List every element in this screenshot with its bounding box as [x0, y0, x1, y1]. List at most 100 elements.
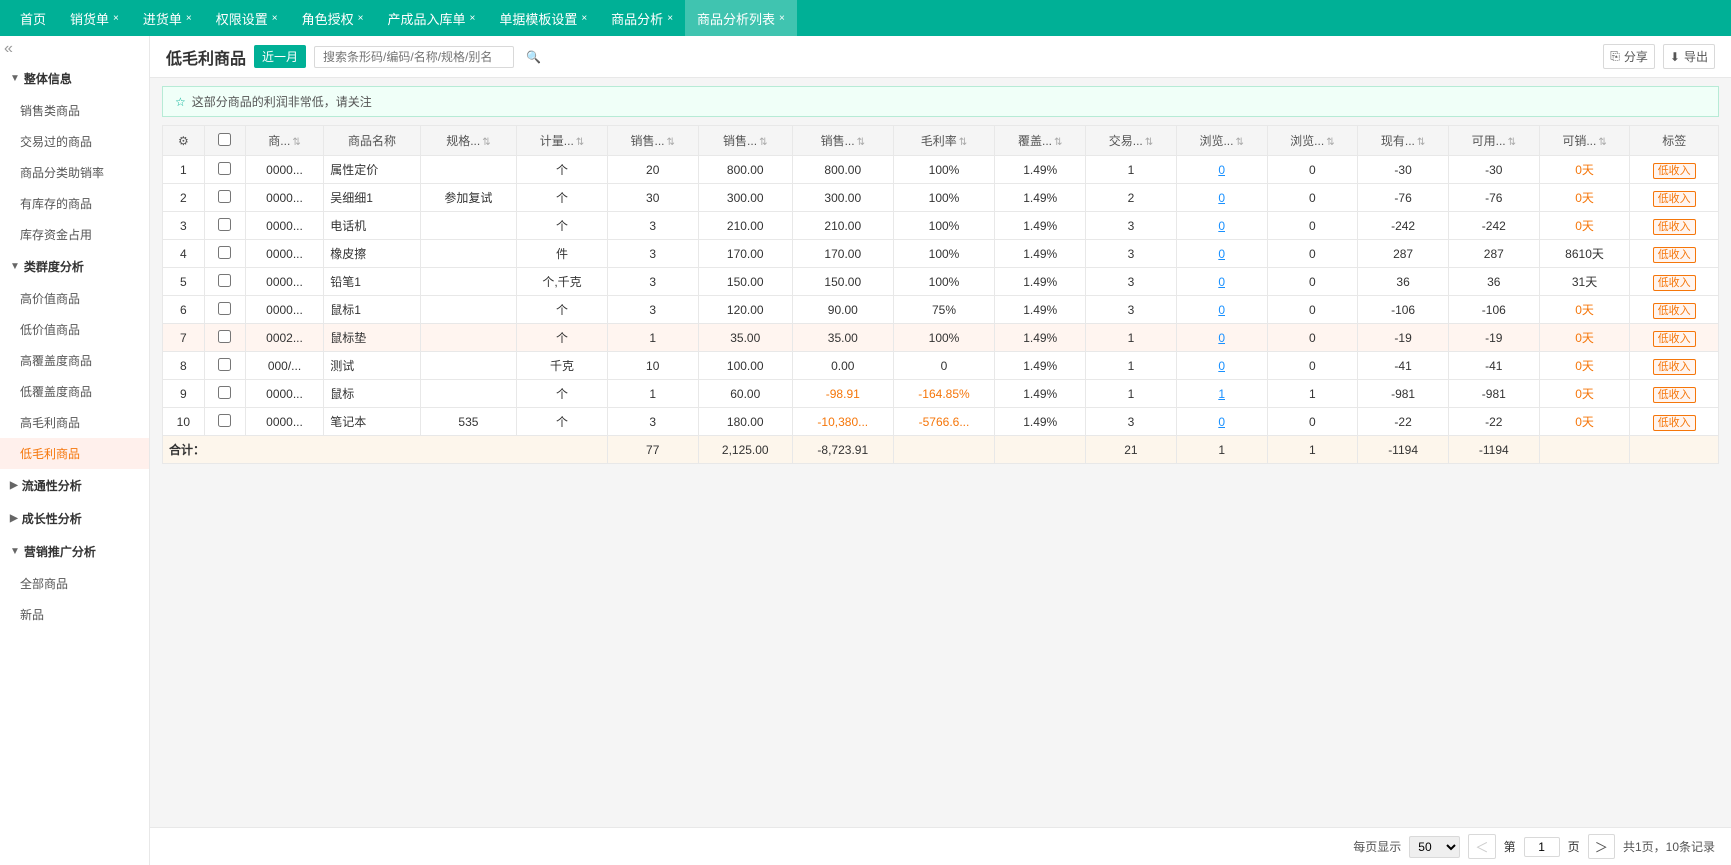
cell-checkbox[interactable]: [204, 184, 245, 212]
cell-browse1[interactable]: 0: [1176, 212, 1267, 240]
table-row: 4 0000... 橡皮擦 件 3 170.00 170.00 100% 1.4…: [163, 240, 1719, 268]
cell-sales2: 180.00: [698, 408, 792, 436]
sidebar-collapse-btn[interactable]: «: [0, 36, 17, 62]
col-sales1[interactable]: 销售...⇅: [607, 126, 698, 156]
cell-checkbox[interactable]: [204, 296, 245, 324]
sidebar-item-new-goods[interactable]: 新品: [0, 599, 149, 630]
col-sales3[interactable]: 销售...⇅: [792, 126, 893, 156]
sidebar-item-traded-goods[interactable]: 交易过的商品: [0, 126, 149, 157]
nav-product-in[interactable]: 产成品入库单 ×: [375, 0, 487, 36]
cell-browse1[interactable]: 0: [1176, 184, 1267, 212]
share-button[interactable]: ⎘ 分享: [1603, 44, 1655, 69]
select-all-checkbox[interactable]: [218, 133, 231, 146]
sidebar-group-growth[interactable]: ▶ 成长性分析: [0, 502, 149, 535]
cell-sales3: 210.00: [792, 212, 893, 240]
sidebar-item-category-rate[interactable]: 商品分类助销率: [0, 157, 149, 188]
next-page-btn[interactable]: ＞: [1588, 834, 1615, 859]
cell-browse1[interactable]: 0: [1176, 408, 1267, 436]
sidebar-item-high-profit[interactable]: 高毛利商品: [0, 407, 149, 438]
page-total-info: 共1页，10条记录: [1623, 838, 1715, 855]
page-size-select[interactable]: 50 100 200: [1409, 836, 1460, 858]
nav-sales-order[interactable]: 销货单 ×: [58, 0, 131, 36]
cell-browse1[interactable]: 0: [1176, 324, 1267, 352]
cell-name: 吴细细1: [324, 184, 420, 212]
cell-spec: [420, 296, 516, 324]
cell-unit: 个: [517, 156, 608, 184]
nav-template-setting-close[interactable]: ×: [581, 13, 587, 24]
nav-permissions-close[interactable]: ×: [272, 13, 278, 24]
sidebar-group-cluster[interactable]: ▼ 类群度分析: [0, 250, 149, 283]
cell-checkbox[interactable]: [204, 408, 245, 436]
cell-browse1[interactable]: 0: [1176, 296, 1267, 324]
cell-sales1: 1: [607, 324, 698, 352]
cell-checkbox[interactable]: [204, 156, 245, 184]
sidebar-item-low-profit[interactable]: 低毛利商品: [0, 438, 149, 469]
nav-purchase-order-close[interactable]: ×: [186, 13, 192, 24]
table-container[interactable]: ⚙ 商...⇅ 商品名称 规格...⇅ 计量...⇅ 销售...⇅ 销售...⇅…: [150, 125, 1731, 827]
export-button[interactable]: ⬇ 导出: [1663, 44, 1715, 69]
header-actions: ⎘ 分享 ⬇ 导出: [1603, 44, 1715, 69]
sidebar-item-sales-goods[interactable]: 销售类商品: [0, 95, 149, 126]
pagination: 每页显示 50 100 200 ＜ 第 页 ＞ 共1页，10条记录: [150, 827, 1731, 865]
cell-checkbox[interactable]: [204, 324, 245, 352]
sidebar-item-in-stock[interactable]: 有库存的商品: [0, 188, 149, 219]
cell-checkbox[interactable]: [204, 212, 245, 240]
col-trade[interactable]: 交易...⇅: [1086, 126, 1177, 156]
col-name[interactable]: 商品名称: [324, 126, 420, 156]
cell-checkbox[interactable]: [204, 352, 245, 380]
cell-checkbox[interactable]: [204, 240, 245, 268]
col-browse2[interactable]: 浏览...⇅: [1267, 126, 1358, 156]
table-row: 3 0000... 电话机 个 3 210.00 210.00 100% 1.4…: [163, 212, 1719, 240]
page-number-input[interactable]: [1524, 837, 1560, 857]
col-profit[interactable]: 毛利率⇅: [893, 126, 995, 156]
sidebar-group-marketing[interactable]: ▼ 营销推广分析: [0, 535, 149, 568]
search-icon[interactable]: 🔍: [526, 50, 541, 64]
sidebar-item-high-value[interactable]: 高价值商品: [0, 283, 149, 314]
sidebar-item-low-value[interactable]: 低价值商品: [0, 314, 149, 345]
cell-browse1[interactable]: 0: [1176, 240, 1267, 268]
col-coverage[interactable]: 覆盖...⇅: [995, 126, 1086, 156]
nav-home[interactable]: 首页: [8, 0, 58, 36]
col-browse1[interactable]: 浏览...⇅: [1176, 126, 1267, 156]
col-spec[interactable]: 规格...⇅: [420, 126, 516, 156]
nav-goods-analysis-close[interactable]: ×: [667, 13, 673, 24]
col-unit[interactable]: 计量...⇅: [517, 126, 608, 156]
sidebar-group-overview[interactable]: ▼ 整体信息: [0, 62, 149, 95]
cell-browse1[interactable]: 0: [1176, 352, 1267, 380]
col-sales2[interactable]: 销售...⇅: [698, 126, 792, 156]
search-input[interactable]: [314, 46, 514, 68]
cell-checkbox[interactable]: [204, 380, 245, 408]
sidebar-group-flow[interactable]: ▶ 流通性分析: [0, 469, 149, 502]
nav-role-auth-close[interactable]: ×: [358, 13, 364, 24]
col-settings[interactable]: ⚙: [163, 126, 205, 156]
total-browse2: 1: [1267, 436, 1358, 464]
col-stock1[interactable]: 现有...⇅: [1358, 126, 1449, 156]
nav-sales-order-close[interactable]: ×: [113, 13, 119, 24]
nav-role-auth[interactable]: 角色授权 ×: [290, 0, 376, 36]
time-filter-btn[interactable]: 近一月: [254, 45, 306, 68]
nav-goods-analysis-list-close[interactable]: ×: [779, 13, 785, 24]
col-days[interactable]: 可销...⇅: [1539, 126, 1630, 156]
nav-permissions[interactable]: 权限设置 ×: [204, 0, 290, 36]
nav-template-setting[interactable]: 单据模板设置 ×: [487, 0, 599, 36]
cell-sales2: 300.00: [698, 184, 792, 212]
nav-goods-analysis[interactable]: 商品分析 ×: [599, 0, 685, 36]
sidebar-item-low-coverage[interactable]: 低覆盖度商品: [0, 376, 149, 407]
nav-product-in-close[interactable]: ×: [469, 13, 475, 24]
col-tag[interactable]: 标签: [1630, 126, 1719, 156]
prev-page-btn[interactable]: ＜: [1468, 834, 1495, 859]
sidebar-item-high-coverage[interactable]: 高覆盖度商品: [0, 345, 149, 376]
col-code[interactable]: 商...⇅: [245, 126, 324, 156]
nav-purchase-order[interactable]: 进货单 ×: [131, 0, 204, 36]
cell-browse1[interactable]: 0: [1176, 156, 1267, 184]
sidebar-item-all-goods[interactable]: 全部商品: [0, 568, 149, 599]
cell-browse1[interactable]: 0: [1176, 268, 1267, 296]
sidebar-item-stock-capital[interactable]: 库存资金占用: [0, 219, 149, 250]
cell-browse1[interactable]: 1: [1176, 380, 1267, 408]
col-checkbox[interactable]: [204, 126, 245, 156]
nav-goods-analysis-list[interactable]: 商品分析列表 ×: [685, 0, 797, 36]
cell-no: 7: [163, 324, 205, 352]
col-stock2[interactable]: 可用...⇅: [1448, 126, 1539, 156]
cell-tag: 低收入: [1630, 380, 1719, 408]
cell-checkbox[interactable]: [204, 268, 245, 296]
